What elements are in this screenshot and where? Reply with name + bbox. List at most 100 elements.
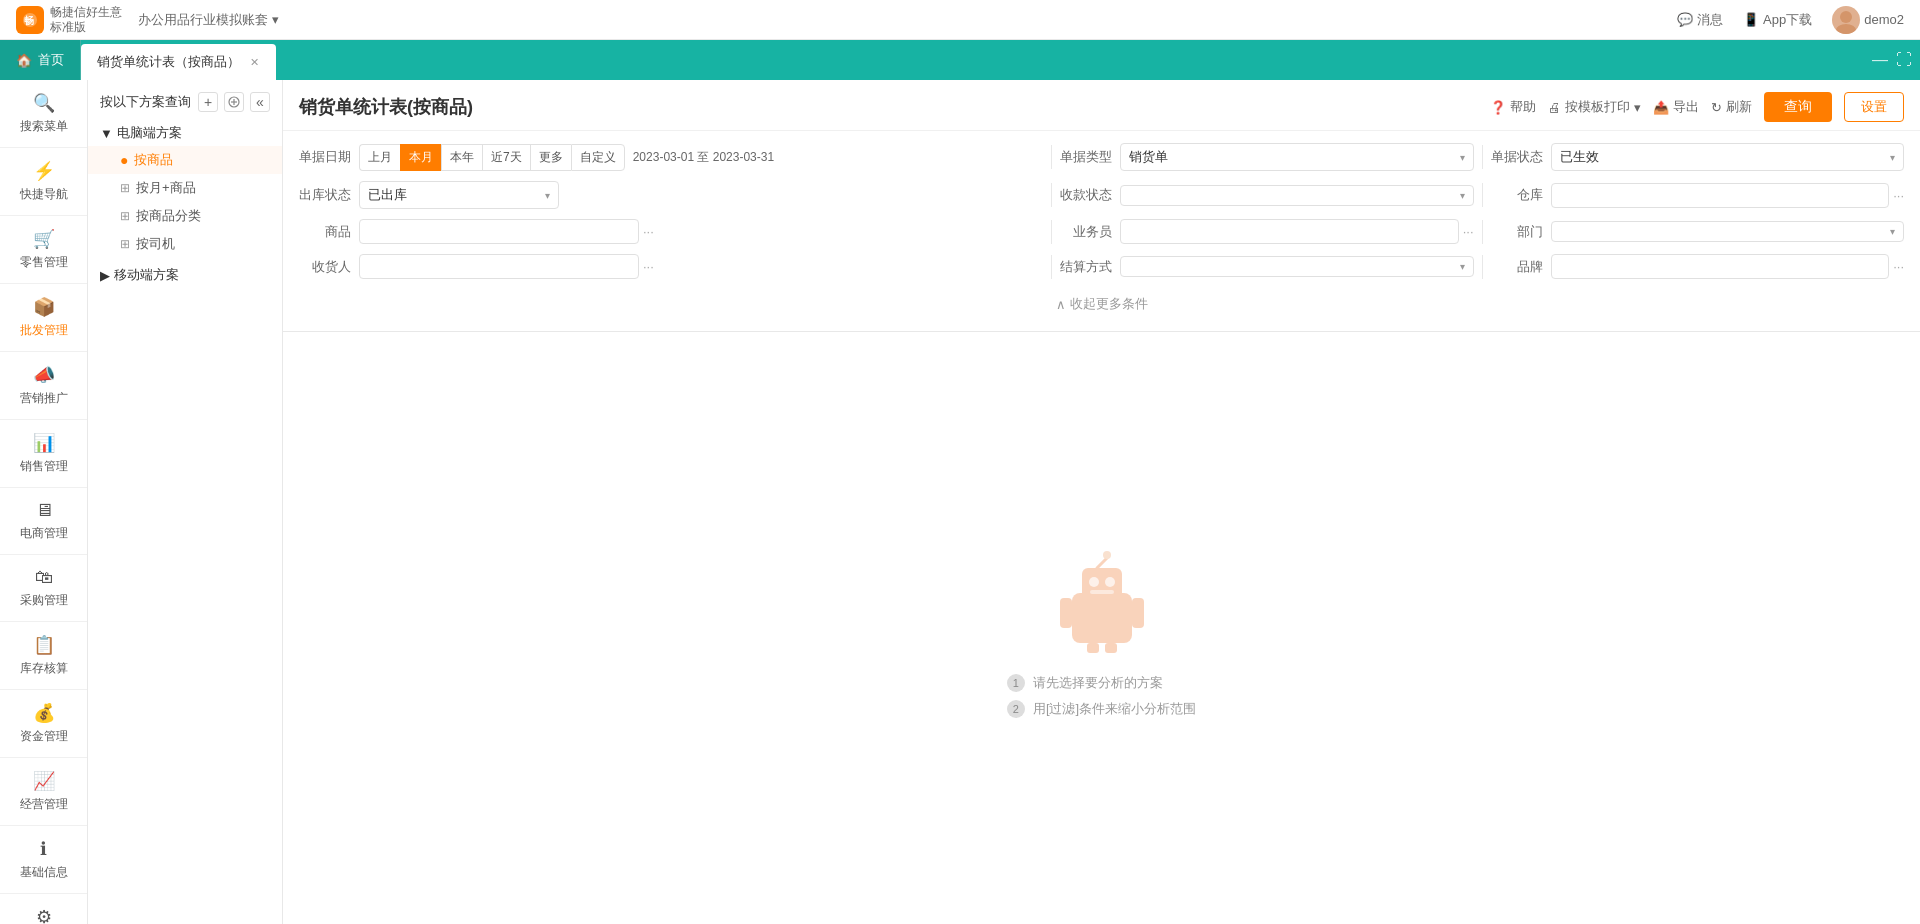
tab-minimize-icon[interactable]: —: [1872, 51, 1888, 69]
sidebar-item-search-menu[interactable]: 🔍 搜索菜单: [0, 80, 87, 148]
collapse-filter-button[interactable]: ∧ 收起更多条件: [299, 289, 1904, 319]
date-btn-this-month[interactable]: 本月: [400, 144, 441, 171]
date-btn-this-year[interactable]: 本年: [441, 144, 482, 171]
sidebar-item-quick-nav[interactable]: ⚡ 快捷导航: [0, 148, 87, 216]
brand-control: ···: [1551, 254, 1904, 279]
active-scheme-icon: ●: [120, 152, 128, 168]
sidebar-item-inventory[interactable]: 📋 库存核算: [0, 622, 87, 690]
tab-home[interactable]: 🏠 首页: [0, 40, 81, 80]
scheme-item-by-cashier[interactable]: ⊞ 按司机: [88, 230, 282, 258]
filter-doc-status: 单据状态 已生效 ▾: [1491, 143, 1904, 171]
settings-button[interactable]: 设置: [1844, 92, 1904, 122]
out-status-control: 已出库 ▾: [359, 181, 1043, 209]
sidebar-item-operations[interactable]: 📈 经营管理: [0, 758, 87, 826]
sidebar-item-system[interactable]: ⚙ 系统管理: [0, 894, 87, 924]
doc-type-control: 销货单 ▾: [1120, 143, 1473, 171]
svg-point-2: [1840, 11, 1852, 23]
left-panel-title: 按以下方案查询: [100, 93, 191, 111]
payment-method-control: ▾: [1120, 256, 1473, 277]
chevron-down-icon: ▾: [1890, 226, 1895, 237]
add-scheme-button[interactable]: +: [198, 92, 218, 112]
edit-scheme-button[interactable]: [224, 92, 244, 112]
sidebar-item-sales[interactable]: 📊 销售管理: [0, 420, 87, 488]
salesperson-input[interactable]: [1120, 219, 1459, 244]
topbar-left: 畅 畅捷信好生意 标准版 办公用品行业模拟账套 ▾: [16, 5, 287, 34]
date-btn-more[interactable]: 更多: [530, 144, 571, 171]
brand-input[interactable]: [1551, 254, 1890, 279]
scheme-item-by-goods[interactable]: ● 按商品: [88, 146, 282, 174]
user-menu[interactable]: demo2: [1832, 6, 1904, 34]
scheme-item-by-goods-cat[interactable]: ⊞ 按商品分类: [88, 202, 282, 230]
divider5: [1051, 220, 1052, 244]
sidebar-item-finance[interactable]: 💰 资金管理: [0, 690, 87, 758]
left-panel: 按以下方案查询 + « ▼ 电脑端方案 ● 按商品: [88, 80, 283, 924]
message-button[interactable]: 💬 消息: [1677, 11, 1723, 29]
scheme-item-by-month-goods[interactable]: ⊞ 按月+商品: [88, 174, 282, 202]
sidebar-item-retail[interactable]: 🛒 零售管理: [0, 216, 87, 284]
industry-select[interactable]: 办公用品行业模拟账套 ▾: [130, 9, 287, 31]
brand-more-icon[interactable]: ···: [1893, 259, 1904, 274]
date-btn-7days[interactable]: 近7天: [482, 144, 530, 171]
receiver-input[interactable]: [359, 254, 639, 279]
app-download-button[interactable]: 📱 App下载: [1743, 11, 1812, 29]
empty-tip-1: 1 请先选择要分析的方案: [1007, 674, 1196, 692]
filter-date-label: 单据日期: [299, 148, 359, 166]
goods-more-icon[interactable]: ···: [643, 224, 654, 239]
payment-status-control: ▾: [1120, 185, 1473, 206]
sidebar-item-wholesale[interactable]: 📦 批发管理: [0, 284, 87, 352]
query-button[interactable]: 查询: [1764, 92, 1832, 122]
help-button[interactable]: ❓ 帮助: [1490, 98, 1536, 116]
topbar-right: 💬 消息 📱 App下载 demo2: [1677, 6, 1904, 34]
tab-close-icon[interactable]: ✕: [250, 56, 259, 69]
out-status-select[interactable]: 已出库 ▾: [359, 181, 559, 209]
scheme-grid2-icon: ⊞: [120, 209, 130, 223]
goods-input[interactable]: [359, 219, 639, 244]
filter-salesperson-label: 业务员: [1060, 223, 1120, 241]
receiver-more-icon[interactable]: ···: [643, 259, 654, 274]
sidebar-item-ecommerce[interactable]: 🖥 电商管理: [0, 488, 87, 555]
print-button[interactable]: 🖨 按模板打印 ▾: [1548, 98, 1641, 116]
filter-date: 单据日期 上月 本月 本年 近7天 更多 自定义 2023-03-01 至 20…: [299, 144, 1043, 171]
chevron-down-icon: ▾: [272, 12, 279, 27]
doc-type-select[interactable]: 销货单 ▾: [1120, 143, 1473, 171]
svg-point-9: [1089, 577, 1099, 587]
left-panel-actions: + «: [198, 92, 270, 112]
filter-row-3: 商品 ··· 业务员 ···: [299, 219, 1904, 244]
export-button[interactable]: 📤 导出: [1653, 98, 1699, 116]
basic-info-icon: ℹ: [40, 838, 47, 860]
receiver-control: ···: [359, 254, 1043, 279]
payment-method-select[interactable]: ▾: [1120, 256, 1473, 277]
refresh-button[interactable]: ↻ 刷新: [1711, 98, 1752, 116]
system-icon: ⚙: [36, 906, 52, 924]
svg-rect-8: [1082, 568, 1122, 600]
export-icon: 📤: [1653, 100, 1669, 115]
svg-point-17: [1103, 551, 1111, 559]
svg-rect-7: [1072, 593, 1132, 643]
filter-goods-label: 商品: [299, 223, 359, 241]
message-icon: 💬: [1677, 12, 1693, 27]
scheme-group-pc-header[interactable]: ▼ 电脑端方案: [88, 120, 282, 146]
payment-status-select[interactable]: ▾: [1120, 185, 1473, 206]
tab-sales-stat[interactable]: 销货单统计表（按商品） ✕: [81, 44, 276, 80]
date-btn-last-month[interactable]: 上月: [359, 144, 400, 171]
empty-svg-icon: [1042, 538, 1162, 658]
scheme-group-mobile-header[interactable]: ▶ 移动端方案: [88, 262, 282, 288]
scheme-group-mobile: ▶ 移动端方案: [88, 262, 282, 288]
doc-status-select[interactable]: 已生效 ▾: [1551, 143, 1904, 171]
chevron-down-icon: ▾: [1460, 190, 1465, 201]
empty-illustration: [1042, 538, 1162, 658]
sidebar-item-purchase[interactable]: 🛍 采购管理: [0, 555, 87, 622]
date-btn-custom[interactable]: 自定义: [571, 144, 625, 171]
warehouse-more-icon[interactable]: ···: [1893, 188, 1904, 203]
collapse-panel-button[interactable]: «: [250, 92, 270, 112]
salesperson-more-icon[interactable]: ···: [1463, 224, 1474, 239]
svg-text:畅: 畅: [24, 15, 34, 26]
sidebar-item-marketing[interactable]: 📣 营销推广: [0, 352, 87, 420]
warehouse-input[interactable]: [1551, 183, 1890, 208]
page-header-actions: ❓ 帮助 🖨 按模板打印 ▾ 📤 导出 ↻ 刷新: [1490, 92, 1904, 122]
department-select[interactable]: ▾: [1551, 221, 1904, 242]
department-control: ▾: [1551, 221, 1904, 242]
sidebar-item-basic-info[interactable]: ℹ 基础信息: [0, 826, 87, 894]
content-area: 按以下方案查询 + « ▼ 电脑端方案 ● 按商品: [88, 80, 1920, 924]
tab-maximize-icon[interactable]: ⛶: [1896, 51, 1912, 69]
